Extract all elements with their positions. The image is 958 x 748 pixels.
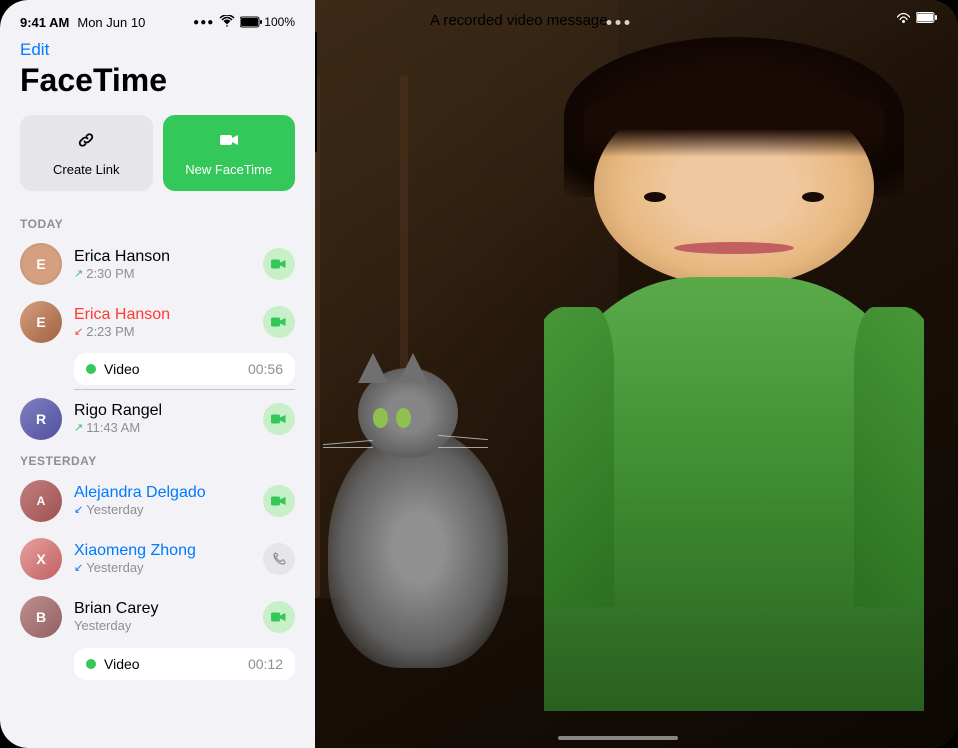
wifi-icon bbox=[219, 15, 235, 30]
ipad-frame: 9:41 AM Mon Jun 10 ●●● bbox=[0, 0, 958, 748]
new-facetime-label: New FaceTime bbox=[185, 162, 272, 177]
photo-background bbox=[278, 0, 958, 748]
video-camera-icon bbox=[218, 129, 240, 157]
avatar: R bbox=[20, 398, 62, 440]
video-message-item[interactable]: Video 00:56 bbox=[74, 353, 295, 385]
signal-bars bbox=[896, 12, 911, 26]
list-item[interactable]: X Xiaomeng Zhong ↙ Yesterday bbox=[0, 530, 315, 588]
call-time: ↙ Yesterday bbox=[74, 560, 251, 575]
list-item[interactable]: E Erica Hanson ↙ 2:23 PM bbox=[0, 293, 315, 351]
incoming-arrow-icon: ↙ bbox=[74, 561, 83, 574]
person-silhouette bbox=[544, 37, 924, 710]
call-time: ↙ 2:23 PM bbox=[74, 324, 251, 339]
photo-status-bar bbox=[896, 12, 938, 26]
video-label: Video bbox=[104, 361, 240, 377]
avatar: A bbox=[20, 480, 62, 522]
call-time: Yesterday bbox=[74, 618, 251, 633]
video-label: Video bbox=[104, 656, 240, 672]
avatar: E bbox=[20, 243, 62, 285]
edit-button[interactable]: Edit bbox=[0, 40, 315, 60]
call-list: TODAY E Erica Hanson ↗ 2:30 PM bbox=[0, 211, 315, 748]
new-facetime-button[interactable]: New FaceTime bbox=[163, 115, 296, 191]
call-name: Erica Hanson bbox=[74, 248, 251, 266]
video-call-action[interactable] bbox=[263, 248, 295, 280]
section-yesterday: YESTERDAY bbox=[0, 448, 315, 472]
outgoing-arrow-icon: ↗ bbox=[74, 267, 83, 280]
action-buttons: Create Link New FaceTime bbox=[0, 115, 315, 211]
home-indicator bbox=[558, 736, 678, 740]
video-duration: 00:56 bbox=[248, 361, 283, 377]
sidebar: 9:41 AM Mon Jun 10 ●●● bbox=[0, 0, 315, 748]
section-today: TODAY bbox=[0, 211, 315, 235]
avatar: X bbox=[20, 538, 62, 580]
list-item[interactable]: B Brian Carey Yesterday bbox=[0, 588, 315, 646]
call-name: Erica Hanson bbox=[74, 306, 251, 324]
link-icon bbox=[75, 129, 97, 157]
call-info: Erica Hanson ↗ 2:30 PM bbox=[74, 248, 251, 281]
video-call-action[interactable] bbox=[263, 485, 295, 517]
call-info: Alejandra Delgado ↙ Yesterday bbox=[74, 484, 251, 517]
list-item[interactable]: A Alejandra Delgado ↙ Yesterday bbox=[0, 472, 315, 530]
cat-silhouette bbox=[308, 368, 528, 668]
create-link-button[interactable]: Create Link bbox=[20, 115, 153, 191]
outgoing-arrow-icon: ↗ bbox=[74, 421, 83, 434]
battery-status bbox=[916, 12, 938, 26]
avatar: B bbox=[20, 596, 62, 638]
video-message-item-brian[interactable]: Video 00:12 bbox=[74, 648, 295, 680]
call-name: Xiaomeng Zhong bbox=[74, 542, 251, 560]
video-duration: 00:12 bbox=[248, 656, 283, 672]
video-dot bbox=[86, 364, 96, 374]
call-time: ↙ Yesterday bbox=[74, 502, 251, 517]
call-time: ↗ 2:30 PM bbox=[74, 266, 251, 281]
app-title: FaceTime bbox=[0, 60, 315, 115]
battery-pct: 100% bbox=[264, 15, 295, 29]
call-info: Xiaomeng Zhong ↙ Yesterday bbox=[74, 542, 251, 575]
create-link-label: Create Link bbox=[53, 162, 119, 177]
call-time: ↗ 11:43 AM bbox=[74, 420, 251, 435]
call-name: Alejandra Delgado bbox=[74, 484, 251, 502]
three-dots-indicator bbox=[607, 20, 630, 25]
status-icons: ●●● 100% bbox=[193, 15, 295, 30]
incoming-arrow-icon: ↙ bbox=[74, 503, 83, 516]
call-info: Rigo Rangel ↗ 11:43 AM bbox=[74, 402, 251, 435]
video-call-action[interactable] bbox=[263, 403, 295, 435]
avatar: E bbox=[20, 301, 62, 343]
video-call-action[interactable] bbox=[263, 601, 295, 633]
list-item[interactable]: R Rigo Rangel ↗ 11:43 AM bbox=[0, 390, 315, 448]
photo-area bbox=[278, 0, 958, 748]
edit-label: Edit bbox=[20, 40, 49, 59]
call-info: Erica Hanson ↙ 2:23 PM bbox=[74, 306, 251, 339]
incoming-arrow-icon: ↙ bbox=[74, 325, 83, 338]
video-dot bbox=[86, 659, 96, 669]
list-item[interactable]: E Erica Hanson ↗ 2:30 PM bbox=[0, 235, 315, 293]
signal-icon: ●●● bbox=[193, 17, 214, 28]
call-info: Brian Carey Yesterday bbox=[74, 600, 251, 633]
battery-icon: 100% bbox=[240, 15, 295, 29]
call-name: Rigo Rangel bbox=[74, 402, 251, 420]
call-name: Brian Carey bbox=[74, 600, 251, 618]
status-bar: 9:41 AM Mon Jun 10 ●●● bbox=[0, 0, 315, 36]
status-time: 9:41 AM bbox=[20, 15, 69, 30]
video-call-action[interactable] bbox=[263, 306, 295, 338]
phone-call-action[interactable] bbox=[263, 543, 295, 575]
status-date: Mon Jun 10 bbox=[77, 15, 145, 30]
